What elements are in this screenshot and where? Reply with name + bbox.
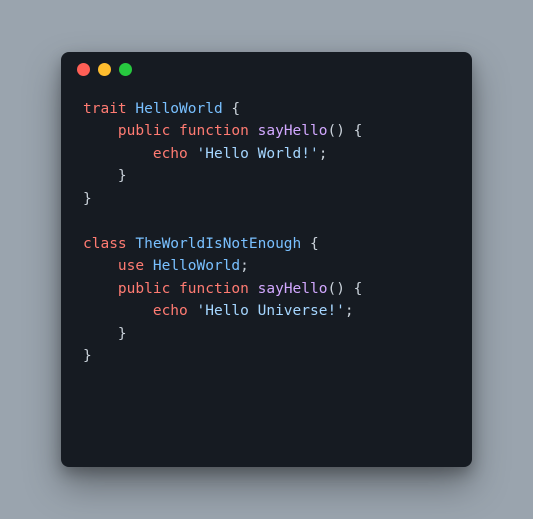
code-snippet: trait HelloWorld { public function sayHe… <box>61 86 472 388</box>
close-icon[interactable] <box>77 63 90 76</box>
token-fn: sayHello <box>258 281 328 297</box>
token-pn <box>144 258 153 274</box>
token-pn: { <box>223 101 240 117</box>
token-pn <box>83 146 153 162</box>
token-pn <box>83 281 118 297</box>
editor-window: trait HelloWorld { public function sayHe… <box>61 52 472 467</box>
code-line: } <box>83 345 450 367</box>
token-str: 'Hello Universe!' <box>197 303 345 319</box>
token-pn: { <box>301 236 318 252</box>
code-line: trait HelloWorld { <box>83 98 450 120</box>
token-pn: } <box>83 168 127 184</box>
token-type: HelloWorld <box>135 101 222 117</box>
token-pn: () { <box>327 281 362 297</box>
token-pn: () { <box>327 123 362 139</box>
minimize-icon[interactable] <box>98 63 111 76</box>
token-pn: } <box>83 348 92 364</box>
token-kw: public <box>118 123 170 139</box>
token-pn <box>188 146 197 162</box>
code-line: public function sayHello() { <box>83 278 450 300</box>
token-pn: } <box>83 326 127 342</box>
token-pn <box>83 303 153 319</box>
token-pn: ; <box>345 303 354 319</box>
token-pn <box>83 258 118 274</box>
token-pn <box>170 123 179 139</box>
code-line: } <box>83 165 450 187</box>
zoom-icon[interactable] <box>119 63 132 76</box>
token-kw: use <box>118 258 144 274</box>
token-type: TheWorldIsNotEnough <box>135 236 301 252</box>
token-kw: function <box>179 281 249 297</box>
code-line <box>83 210 450 232</box>
code-line: } <box>83 323 450 345</box>
code-line: } <box>83 188 450 210</box>
code-line: echo 'Hello World!'; <box>83 143 450 165</box>
token-kw: class <box>83 236 127 252</box>
token-fn: sayHello <box>258 123 328 139</box>
code-line: class TheWorldIsNotEnough { <box>83 233 450 255</box>
token-pn <box>83 123 118 139</box>
token-pn: ; <box>319 146 328 162</box>
token-pn <box>188 303 197 319</box>
token-kw: echo <box>153 146 188 162</box>
token-kw: echo <box>153 303 188 319</box>
code-line: echo 'Hello Universe!'; <box>83 300 450 322</box>
titlebar <box>61 52 472 86</box>
token-pn <box>249 281 258 297</box>
code-line: use HelloWorld; <box>83 255 450 277</box>
code-line: public function sayHello() { <box>83 120 450 142</box>
token-type: HelloWorld <box>153 258 240 274</box>
token-pn <box>249 123 258 139</box>
token-kw: trait <box>83 101 127 117</box>
token-kw: public <box>118 281 170 297</box>
token-pn <box>170 281 179 297</box>
token-kw: function <box>179 123 249 139</box>
token-str: 'Hello World!' <box>197 146 319 162</box>
token-pn: ; <box>240 258 249 274</box>
token-pn: } <box>83 191 92 207</box>
